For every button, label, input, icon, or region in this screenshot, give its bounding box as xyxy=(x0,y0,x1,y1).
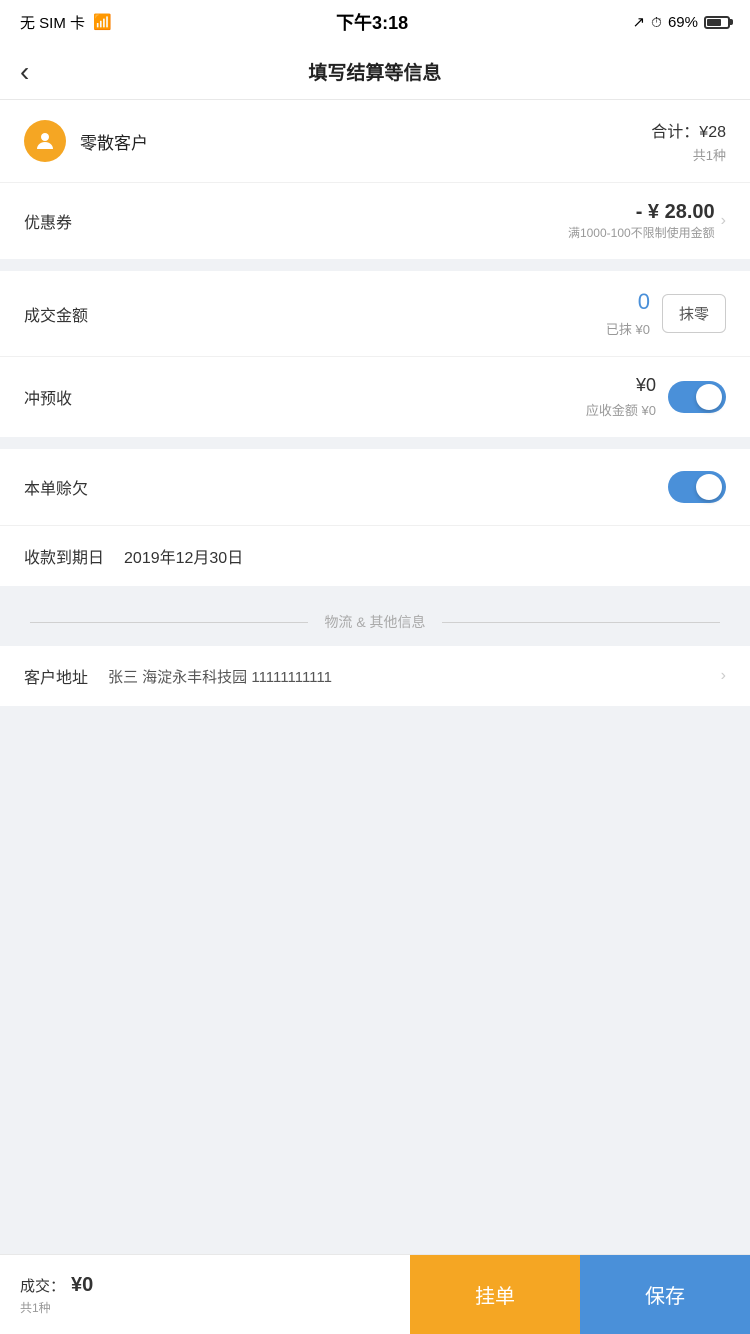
nav-bar: ‹ 填写结算等信息 xyxy=(0,44,750,100)
wifi-icon: 📶 xyxy=(93,13,112,31)
address-chevron-icon: › xyxy=(721,667,726,685)
sep-line-left xyxy=(30,622,308,623)
status-left: 无 SIM 卡 📶 xyxy=(20,12,112,33)
customer-row: 零散客户 合计：¥28 共1种 xyxy=(0,100,750,182)
transaction-right: 0 已抹 ¥0 抹零 xyxy=(606,289,726,338)
customer-left: 零散客户 xyxy=(24,120,148,162)
content-area: 零散客户 合计：¥28 共1种 优惠券 - ¥ 28.00 满1000-100不… xyxy=(0,100,750,986)
save-label: 保存 xyxy=(645,1280,685,1309)
transaction-value: 0 xyxy=(606,289,650,315)
prepayment-amount: ¥0 xyxy=(586,375,656,396)
transaction-label: 成交金额 xyxy=(24,302,88,326)
chevron-right-icon: › xyxy=(721,212,726,230)
page-title: 填写结算等信息 xyxy=(308,58,441,85)
prepayment-label: 冲预收 xyxy=(24,385,72,409)
deal-amount: ¥0 xyxy=(71,1274,93,1297)
status-right: ↗ ⏱ 69% xyxy=(632,13,730,31)
alarm-icon: ⏱ xyxy=(651,14,662,31)
coupon-amount: - ¥ 28.00 xyxy=(568,201,715,224)
coupon-desc: 满1000-100不限制使用金额 xyxy=(568,224,715,241)
total-count: 共1种 xyxy=(651,145,726,164)
prepayment-sub: 应收金额 ¥0 xyxy=(586,400,656,419)
bottom-info: 成交： ¥0 共1种 xyxy=(0,1255,410,1334)
coupon-label: 优惠券 xyxy=(24,209,72,233)
transaction-col: 0 已抹 ¥0 xyxy=(606,289,650,338)
back-button[interactable]: ‹ xyxy=(20,56,29,88)
bottom-count: 共1种 xyxy=(20,1299,390,1316)
status-bar: 无 SIM 卡 📶 下午3:18 ↗ ⏱ 69% xyxy=(0,0,750,44)
prepayment-col: ¥0 应收金额 ¥0 xyxy=(586,375,656,419)
debt-row: 本单赊欠 xyxy=(0,449,750,525)
save-button[interactable]: 保存 xyxy=(580,1255,750,1334)
address-label: 客户地址 xyxy=(24,664,88,688)
address-row[interactable]: 客户地址 张三 海淀永丰科技园 11111111111 › xyxy=(0,646,750,706)
debt-toggle[interactable] xyxy=(668,471,726,503)
coupon-info: - ¥ 28.00 满1000-100不限制使用金额 xyxy=(568,201,715,241)
status-time: 下午3:18 xyxy=(336,9,408,35)
avatar xyxy=(24,120,66,162)
debt-section: 本单赊欠 收款到期日 2019年12月30日 xyxy=(0,449,750,586)
transaction-amount-row: 成交金额 0 已抹 ¥0 抹零 xyxy=(0,271,750,357)
logistics-label: 物流 & 其他信息 xyxy=(324,612,425,632)
empty-area xyxy=(0,706,750,906)
hold-label: 挂单 xyxy=(475,1280,515,1309)
carrier-label: 无 SIM 卡 xyxy=(20,12,85,33)
location-icon: ↗ xyxy=(632,13,645,31)
prepayment-toggle[interactable] xyxy=(668,381,726,413)
sep-line-right xyxy=(442,622,720,623)
deal-label: 成交： xyxy=(20,1275,65,1296)
round-zero-button[interactable]: 抹零 xyxy=(662,294,726,333)
customer-section: 零散客户 合计：¥28 共1种 优惠券 - ¥ 28.00 满1000-100不… xyxy=(0,100,750,259)
deal-row: 成交： ¥0 xyxy=(20,1274,390,1297)
total-amount: 合计：¥28 xyxy=(651,118,726,142)
bottom-bar: 成交： ¥0 共1种 挂单 保存 xyxy=(0,1254,750,1334)
battery-icon xyxy=(704,16,730,29)
coupon-row[interactable]: 优惠券 - ¥ 28.00 满1000-100不限制使用金额 › xyxy=(0,182,750,259)
transaction-sub: 已抹 ¥0 xyxy=(606,319,650,338)
address-value: 张三 海淀永丰科技园 11111111111 xyxy=(108,666,713,687)
due-date-row: 收款到期日 2019年12月30日 xyxy=(0,525,750,586)
due-date-label: 收款到期日 xyxy=(24,544,104,568)
transaction-section: 成交金额 0 已抹 ¥0 抹零 冲预收 ¥0 应收金额 ¥0 xyxy=(0,271,750,437)
logistics-separator: 物流 & 其他信息 xyxy=(0,598,750,646)
back-icon: ‹ xyxy=(20,56,29,88)
coupon-right: - ¥ 28.00 满1000-100不限制使用金额 › xyxy=(568,201,726,241)
debt-label: 本单赊欠 xyxy=(24,475,88,499)
customer-total: 合计：¥28 共1种 xyxy=(651,118,726,164)
due-date-value: 2019年12月30日 xyxy=(124,544,243,568)
prepayment-row: 冲预收 ¥0 应收金额 ¥0 xyxy=(0,357,750,437)
battery-percent: 69% xyxy=(668,14,698,31)
customer-name: 零散客户 xyxy=(80,129,148,154)
prepayment-right: ¥0 应收金额 ¥0 xyxy=(586,375,726,419)
hold-button[interactable]: 挂单 xyxy=(410,1255,580,1334)
